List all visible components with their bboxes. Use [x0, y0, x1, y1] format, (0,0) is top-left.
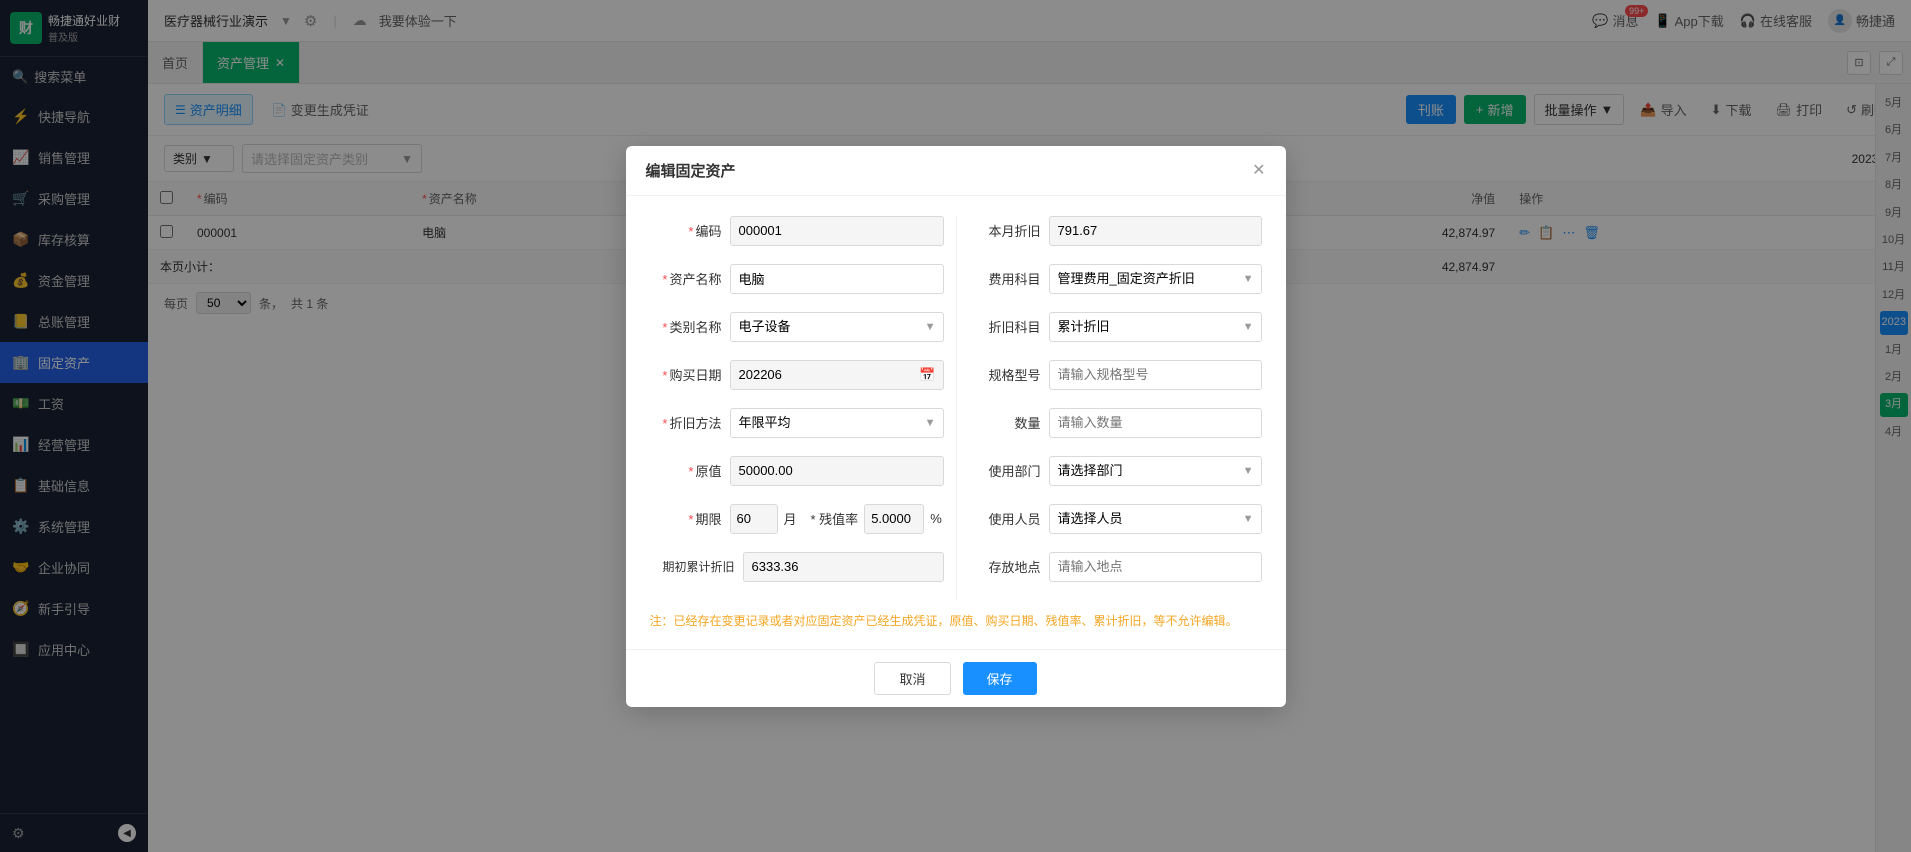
department-select[interactable]: 请选择部门	[1049, 456, 1262, 486]
form-row-code: *编码	[650, 216, 944, 246]
residual-rate-input[interactable]	[864, 504, 924, 534]
modal-overlay: 编辑固定资产 ✕ *编码 *资产名称 *类别名称	[0, 0, 1911, 852]
original-value-input[interactable]	[730, 456, 944, 486]
purchase-date-label: *购买日期	[650, 365, 722, 384]
pct-label: %	[930, 511, 942, 526]
depreciation-subject-select[interactable]: 累计折旧	[1049, 312, 1262, 342]
spec-label: 规格型号	[969, 365, 1041, 384]
save-button[interactable]: 保存	[963, 662, 1037, 695]
category-select-wrap: 电子设备 ▼	[730, 312, 944, 342]
expense-subject-label: 费用科目	[969, 269, 1041, 288]
asset-name-label: *资产名称	[650, 269, 722, 288]
initial-depreciation-label: 期初累计折旧	[650, 558, 735, 575]
depreciation-subject-label: 折旧科目	[969, 317, 1041, 336]
original-value-label: *原值	[650, 461, 722, 480]
category-select[interactable]: 电子设备	[730, 312, 944, 342]
form-row-original-value: *原值	[650, 456, 944, 486]
modal-close-button[interactable]: ✕	[1252, 160, 1265, 180]
form-row-initial-depreciation: 期初累计折旧	[650, 552, 944, 582]
period-inline: 月 * 残值率 %	[730, 504, 944, 534]
period-input[interactable]	[730, 504, 778, 534]
form-row-depreciation-method: *折旧方法 年限平均 ▼	[650, 408, 944, 438]
depreciation-method-label: *折旧方法	[650, 413, 722, 432]
modal-header: 编辑固定资产 ✕	[626, 146, 1286, 196]
edit-asset-modal: 编辑固定资产 ✕ *编码 *资产名称 *类别名称	[626, 146, 1286, 707]
code-input[interactable]	[730, 216, 944, 246]
code-label: *编码	[650, 221, 722, 240]
form-col-left: *编码 *资产名称 *类别名称 电子设备 ▼	[650, 216, 957, 600]
form-grid: *编码 *资产名称 *类别名称 电子设备 ▼	[650, 216, 1262, 600]
form-row-quantity: 数量	[969, 408, 1262, 438]
location-label: 存放地点	[969, 557, 1041, 576]
form-row-purchase-date: *购买日期 📅	[650, 360, 944, 390]
modal-body: *编码 *资产名称 *类别名称 电子设备 ▼	[626, 196, 1286, 649]
form-col-right: 本月折旧 费用科目 管理费用_固定资产折旧 ▼ 折旧科目	[957, 216, 1262, 600]
monthly-depreciation-label: 本月折旧	[969, 221, 1041, 240]
cancel-button[interactable]: 取消	[874, 662, 950, 695]
depreciation-method-select[interactable]: 年限平均	[730, 408, 944, 438]
purchase-date-field: 📅	[730, 360, 944, 390]
monthly-depreciation-input	[1049, 216, 1262, 246]
period-unit-label: 月	[784, 509, 797, 528]
calendar-icon[interactable]: 📅	[919, 367, 935, 383]
person-select[interactable]: 请选择人员	[1049, 504, 1262, 534]
period-label: *期限	[650, 509, 722, 528]
department-label: 使用部门	[969, 461, 1041, 480]
asset-name-input[interactable]	[730, 264, 944, 294]
quantity-label: 数量	[969, 413, 1041, 432]
expense-subject-wrap: 管理费用_固定资产折旧 ▼	[1049, 264, 1262, 294]
form-row-period: *期限 月 * 残值率 %	[650, 504, 944, 534]
form-row-category: *类别名称 电子设备 ▼	[650, 312, 944, 342]
person-label: 使用人员	[969, 509, 1041, 528]
form-row-department: 使用部门 请选择部门 ▼	[969, 456, 1262, 486]
spec-input[interactable]	[1049, 360, 1262, 390]
form-row-spec: 规格型号	[969, 360, 1262, 390]
location-input[interactable]	[1049, 552, 1262, 582]
modal-title: 编辑固定资产	[646, 160, 736, 181]
modal-footer: 取消 保存	[626, 649, 1286, 707]
quantity-input[interactable]	[1049, 408, 1262, 438]
form-row-monthly-depreciation: 本月折旧	[969, 216, 1262, 246]
residual-rate-label: * 残值率	[811, 509, 859, 528]
form-row-location: 存放地点	[969, 552, 1262, 582]
form-row-asset-name: *资产名称	[650, 264, 944, 294]
depreciation-method-select-wrap: 年限平均 ▼	[730, 408, 944, 438]
form-row-depreciation-subject: 折旧科目 累计折旧 ▼	[969, 312, 1262, 342]
modal-note: 注：已经存在变更记录或者对应固定资产已经生成凭证，原值、购买日期、残值率、累计折…	[650, 604, 1262, 629]
form-row-person: 使用人员 请选择人员 ▼	[969, 504, 1262, 534]
person-select-wrap: 请选择人员 ▼	[1049, 504, 1262, 534]
department-select-wrap: 请选择部门 ▼	[1049, 456, 1262, 486]
expense-subject-select[interactable]: 管理费用_固定资产折旧	[1049, 264, 1262, 294]
form-row-expense-subject: 费用科目 管理费用_固定资产折旧 ▼	[969, 264, 1262, 294]
depreciation-subject-wrap: 累计折旧 ▼	[1049, 312, 1262, 342]
initial-depreciation-input[interactable]	[743, 552, 944, 582]
purchase-date-input[interactable]	[730, 360, 944, 390]
category-label: *类别名称	[650, 317, 722, 336]
